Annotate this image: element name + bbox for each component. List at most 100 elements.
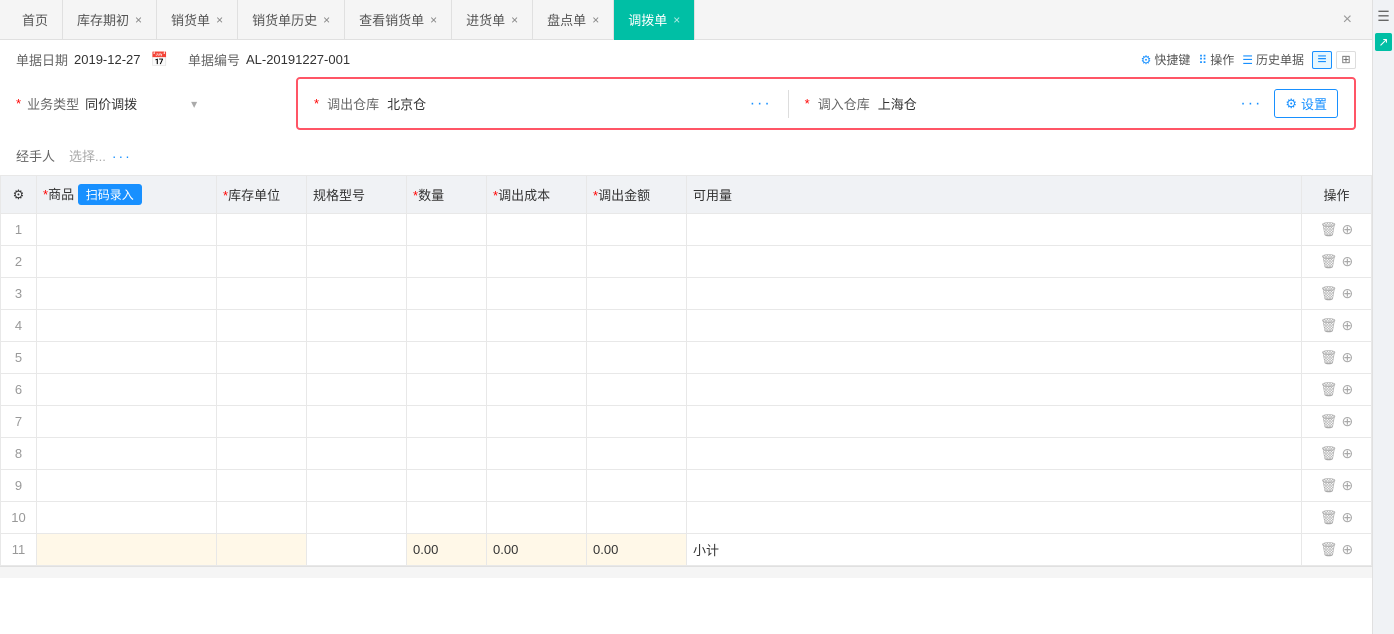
tab-sales-order-close[interactable]: × [216, 13, 223, 27]
history-action[interactable]: ☰ 历史单据 [1242, 51, 1304, 68]
cell-amount[interactable]: 0.00 [587, 534, 687, 566]
cell-product[interactable] [37, 310, 217, 342]
copy-row-icon[interactable]: ⊕ [1342, 413, 1354, 429]
cell-spec[interactable] [307, 470, 407, 502]
cell-unit[interactable] [217, 246, 307, 278]
cell-unit[interactable] [217, 374, 307, 406]
cell-product[interactable] [37, 438, 217, 470]
operations-action[interactable]: ⠿ 操作 [1198, 51, 1234, 68]
delete-row-icon[interactable]: 🗑 [1320, 509, 1338, 525]
sidebar-expand-icon[interactable]: ↗ [1375, 33, 1391, 51]
handler-more[interactable]: ··· [112, 148, 132, 164]
cell-product[interactable] [37, 278, 217, 310]
tab-view-sales-close[interactable]: × [430, 13, 437, 27]
tab-inventory-init[interactable]: 库存期初 × [63, 0, 157, 40]
tab-sales-history-close[interactable]: × [323, 13, 330, 27]
cell-spec[interactable] [307, 406, 407, 438]
cell-product[interactable] [37, 502, 217, 534]
cell-spec[interactable] [307, 214, 407, 246]
cell-spec[interactable] [307, 374, 407, 406]
cell-cost[interactable] [487, 406, 587, 438]
warehouse-in-more[interactable]: ··· [1240, 95, 1262, 113]
warehouse-out-more[interactable]: ··· [750, 95, 772, 113]
cell-quantity[interactable] [407, 502, 487, 534]
shortcut-action[interactable]: ⚙ 快捷键 [1141, 51, 1191, 68]
cell-quantity[interactable] [407, 342, 487, 374]
cell-quantity[interactable] [407, 246, 487, 278]
tab-inventory-check-close[interactable]: × [592, 13, 599, 27]
tab-inventory-check[interactable]: 盘点单 × [533, 0, 614, 40]
cell-amount[interactable] [587, 278, 687, 310]
tab-sales-history[interactable]: 销货单历史 × [238, 0, 345, 40]
copy-row-icon[interactable]: ⊕ [1342, 477, 1354, 493]
tab-purchase-close[interactable]: × [511, 13, 518, 27]
copy-row-icon[interactable]: ⊕ [1342, 253, 1354, 269]
cell-product[interactable] [37, 246, 217, 278]
cell-cost[interactable] [487, 470, 587, 502]
cell-amount[interactable] [587, 470, 687, 502]
cell-cost[interactable] [487, 214, 587, 246]
delete-row-icon[interactable]: 🗑 [1320, 445, 1338, 461]
delete-row-icon[interactable]: 🗑 [1320, 413, 1338, 429]
cell-cost[interactable] [487, 374, 587, 406]
business-type-value[interactable]: 同价调拨 [85, 94, 185, 113]
cell-cost[interactable] [487, 502, 587, 534]
warehouse-out-value[interactable]: 北京仓 [387, 94, 426, 113]
delete-row-icon[interactable]: 🗑 [1320, 541, 1338, 557]
date-value[interactable]: 2019-12-27 [74, 52, 141, 67]
tab-transfer-close[interactable]: × [673, 13, 680, 27]
cell-cost[interactable]: 0.00 [487, 534, 587, 566]
tab-view-sales[interactable]: 查看销货单 × [345, 0, 452, 40]
settings-button[interactable]: ⚙ 设置 [1274, 89, 1338, 118]
cell-unit[interactable] [217, 214, 307, 246]
copy-row-icon[interactable]: ⊕ [1342, 221, 1354, 237]
close-window-button[interactable]: × [1331, 11, 1364, 29]
cell-unit[interactable] [217, 438, 307, 470]
sidebar-list-icon[interactable]: ☰ [1377, 8, 1390, 25]
tab-transfer[interactable]: 调拨单 × [614, 0, 695, 40]
warehouse-in-value[interactable]: 上海仓 [878, 94, 917, 113]
col-settings[interactable]: ⚙ [1, 176, 37, 214]
cell-quantity[interactable]: 0.00 [407, 534, 487, 566]
cell-quantity[interactable] [407, 470, 487, 502]
cell-amount[interactable] [587, 342, 687, 374]
cell-product[interactable] [37, 406, 217, 438]
copy-row-icon[interactable]: ⊕ [1342, 445, 1354, 461]
copy-row-icon[interactable]: ⊕ [1342, 541, 1354, 557]
delete-row-icon[interactable]: 🗑 [1320, 221, 1338, 237]
cell-amount[interactable] [587, 246, 687, 278]
scan-button[interactable]: 扫码录入 [78, 184, 142, 205]
tab-inventory-init-close[interactable]: × [135, 13, 142, 27]
tab-home[interactable]: 首页 [8, 0, 63, 40]
delete-row-icon[interactable]: 🗑 [1320, 253, 1338, 269]
cell-quantity[interactable] [407, 278, 487, 310]
tab-sales-order[interactable]: 销货单 × [157, 0, 238, 40]
cell-amount[interactable] [587, 438, 687, 470]
cell-quantity[interactable] [407, 406, 487, 438]
cell-product[interactable] [37, 470, 217, 502]
cell-unit[interactable] [217, 470, 307, 502]
layout-icon-2[interactable]: ⊞ [1336, 51, 1356, 69]
delete-row-icon[interactable]: 🗑 [1320, 477, 1338, 493]
calendar-icon[interactable]: 📅 [151, 51, 168, 68]
cell-unit[interactable] [217, 342, 307, 374]
cell-unit[interactable] [217, 310, 307, 342]
cell-quantity[interactable] [407, 374, 487, 406]
cell-cost[interactable] [487, 438, 587, 470]
cell-cost[interactable] [487, 246, 587, 278]
cell-amount[interactable] [587, 502, 687, 534]
cell-spec[interactable] [307, 278, 407, 310]
copy-row-icon[interactable]: ⊕ [1342, 509, 1354, 525]
cell-amount[interactable] [587, 406, 687, 438]
copy-row-icon[interactable]: ⊕ [1342, 349, 1354, 365]
cell-product[interactable] [37, 342, 217, 374]
cell-quantity[interactable] [407, 214, 487, 246]
cell-product[interactable] [37, 214, 217, 246]
bottom-scroll[interactable] [0, 566, 1372, 578]
cell-spec[interactable] [307, 246, 407, 278]
cell-cost[interactable] [487, 278, 587, 310]
copy-row-icon[interactable]: ⊕ [1342, 317, 1354, 333]
cell-amount[interactable] [587, 310, 687, 342]
cell-unit[interactable] [217, 278, 307, 310]
cell-unit[interactable] [217, 406, 307, 438]
